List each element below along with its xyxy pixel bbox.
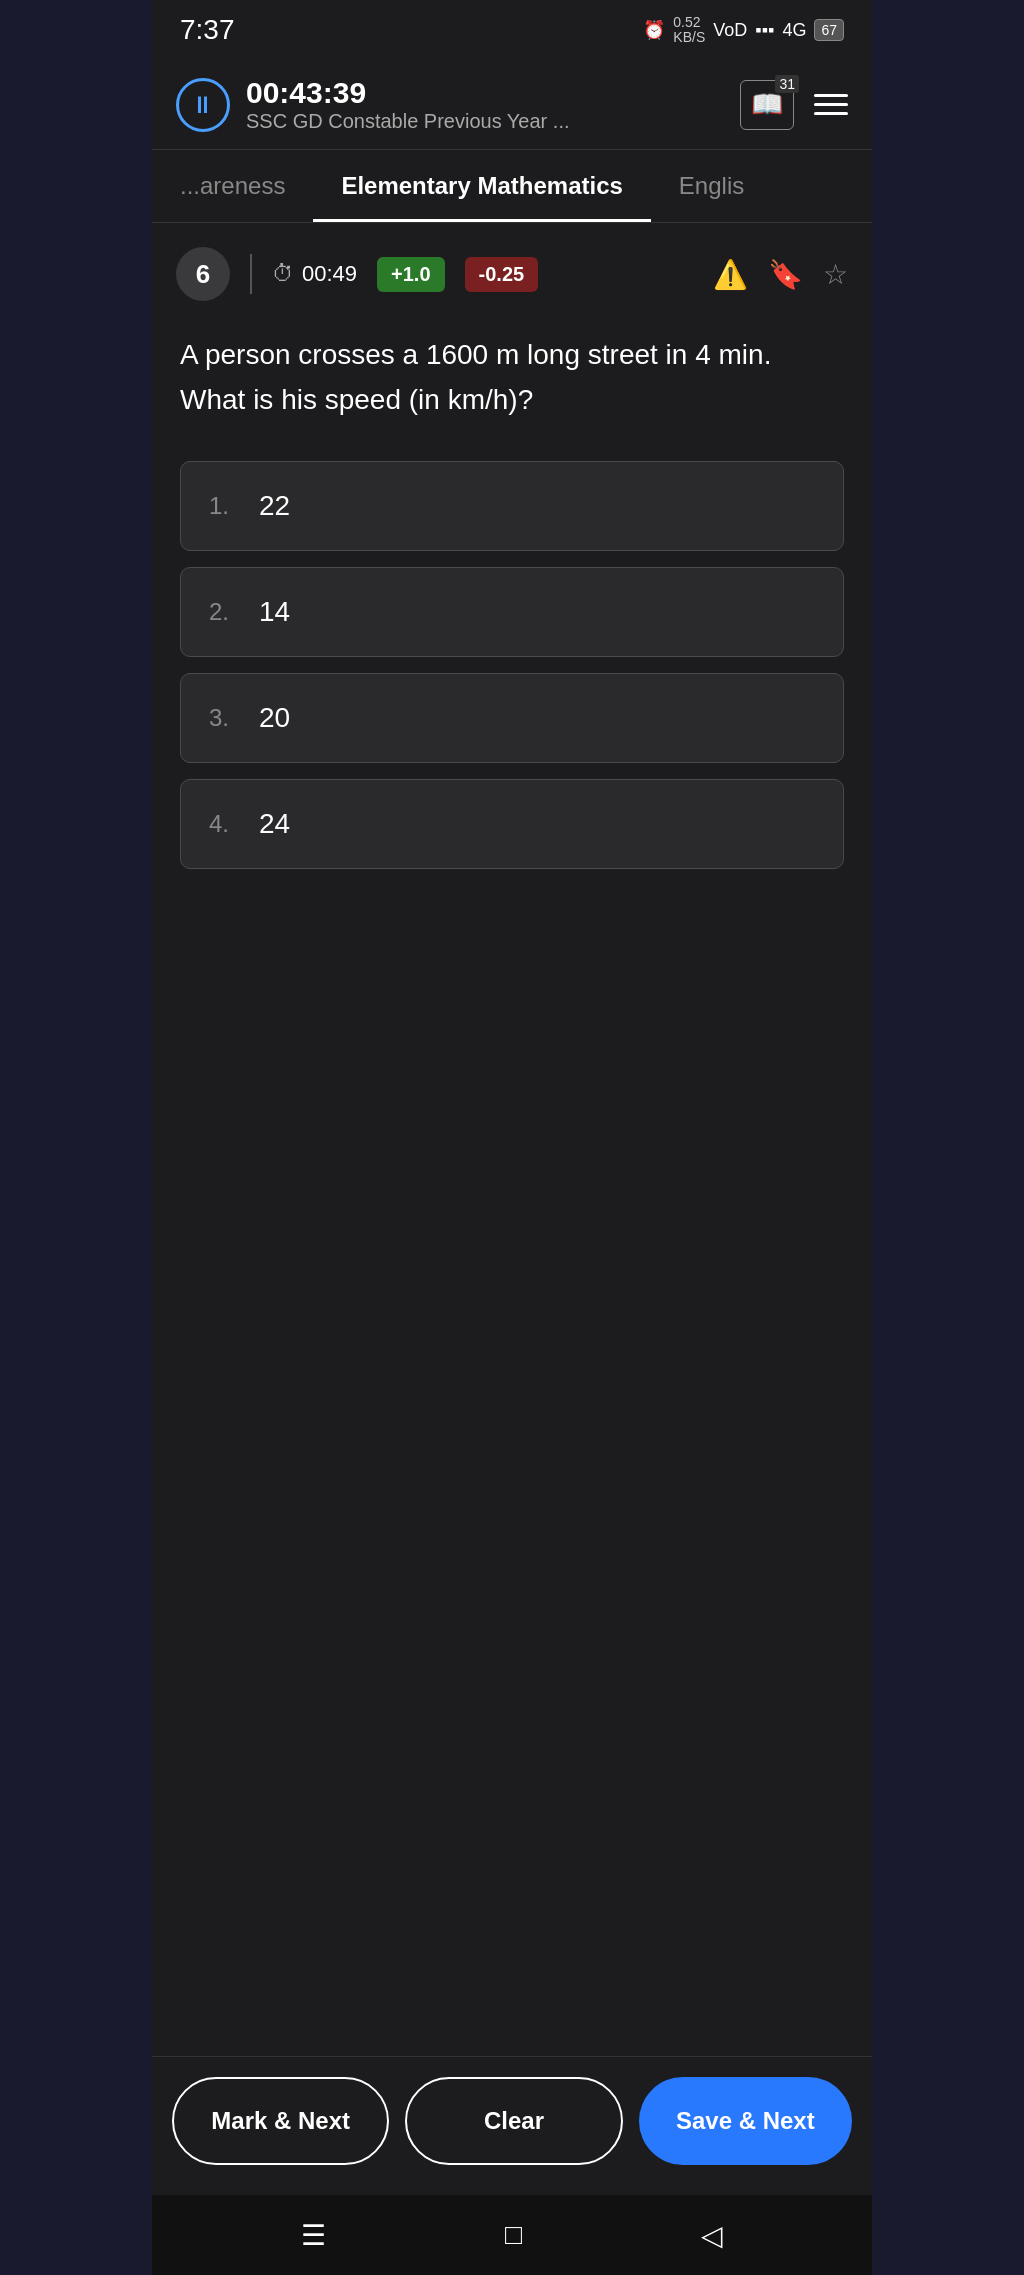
option-3-text: 20 <box>259 702 290 734</box>
network-type: VoD <box>713 20 747 41</box>
status-time: 7:37 <box>180 14 235 46</box>
exam-title-text: SSC GD Constable Previous Year ... <box>246 110 570 133</box>
hamburger-menu[interactable] <box>814 94 848 115</box>
android-home-button[interactable]: □ <box>505 2219 522 2251</box>
alarm-icon: ⏰ <box>643 19 665 41</box>
pause-button[interactable]: ⏸ <box>176 78 230 132</box>
meta-action-icons: ⚠️ 🔖 ☆ <box>713 258 848 291</box>
tab-awareness[interactable]: ...areness <box>152 150 313 222</box>
status-icons: ⏰ 0.52 KB/S VoD ▪▪▪ 4G 67 <box>643 15 844 46</box>
clear-button[interactable]: Clear <box>405 2077 622 2165</box>
negative-score-badge: -0.25 <box>465 257 539 292</box>
mark-next-button[interactable]: Mark & Next <box>172 2077 389 2165</box>
android-menu-button[interactable]: ☰ <box>301 2219 326 2252</box>
option-3[interactable]: 3. 20 <box>180 673 844 763</box>
app-header: ⏸ 00:43:39 SSC GD Constable Previous Yea… <box>152 60 872 150</box>
meta-divider <box>250 254 252 294</box>
save-next-button[interactable]: Save & Next <box>639 2077 852 2165</box>
header-right: 📖 31 <box>740 80 848 130</box>
exam-timer: 00:43:39 <box>246 76 570 110</box>
battery-icon: 67 <box>814 19 844 41</box>
android-back-icon: ◁ <box>701 2220 723 2251</box>
option-1-text: 22 <box>259 490 290 522</box>
hamburger-line-3 <box>814 112 848 115</box>
tab-english[interactable]: Englis <box>651 150 772 222</box>
network-strength: 4G <box>782 20 806 41</box>
option-2-number: 2. <box>209 598 239 626</box>
tab-elementary-math[interactable]: Elementary Mathematics <box>313 150 650 222</box>
clock-icon: ⏱ <box>272 261 294 287</box>
option-2[interactable]: 2. 14 <box>180 567 844 657</box>
hamburger-line-2 <box>814 103 848 106</box>
android-home-icon: □ <box>505 2219 522 2250</box>
hamburger-line-1 <box>814 94 848 97</box>
bookmark-icon[interactable]: 🔖 <box>768 258 803 291</box>
option-1-number: 1. <box>209 492 239 520</box>
question-time: 00:49 <box>302 261 357 287</box>
options-container: 1. 22 2. 14 3. 20 4. 24 <box>152 451 872 879</box>
warning-icon[interactable]: ⚠️ <box>713 258 748 291</box>
option-4-text: 24 <box>259 808 290 840</box>
option-4-number: 4. <box>209 810 239 838</box>
signal-icon: ▪▪▪ <box>755 20 774 41</box>
content-spacer <box>152 879 872 2056</box>
header-left: ⏸ 00:43:39 SSC GD Constable Previous Yea… <box>176 76 570 133</box>
question-meta-bar: 6 ⏱ 00:49 +1.0 -0.25 ⚠️ 🔖 ☆ <box>152 223 872 317</box>
status-bar: 7:37 ⏰ 0.52 KB/S VoD ▪▪▪ 4G 67 <box>152 0 872 60</box>
positive-score-badge: +1.0 <box>377 257 444 292</box>
tab-bar: ...areness Elementary Mathematics Englis <box>152 150 872 223</box>
question-text: A person crosses a 1600 m long street in… <box>152 317 872 451</box>
phone-wrapper: 7:37 ⏰ 0.52 KB/S VoD ▪▪▪ 4G 67 ⏸ 00:43:3… <box>152 0 872 2275</box>
book-button[interactable]: 📖 31 <box>740 80 794 130</box>
option-4[interactable]: 4. 24 <box>180 779 844 869</box>
net-speed: 0.52 KB/S <box>673 15 705 46</box>
option-1[interactable]: 1. 22 <box>180 461 844 551</box>
header-info: 00:43:39 SSC GD Constable Previous Year … <box>246 76 570 133</box>
book-icon: 📖 <box>751 89 783 120</box>
android-nav-bar: ☰ □ ◁ <box>152 2195 872 2275</box>
bottom-action-bar: Mark & Next Clear Save & Next <box>152 2056 872 2195</box>
question-number: 6 <box>176 247 230 301</box>
star-icon[interactable]: ☆ <box>823 258 848 291</box>
android-back-button[interactable]: ◁ <box>701 2219 723 2252</box>
android-menu-icon: ☰ <box>301 2220 326 2251</box>
question-time-badge: ⏱ 00:49 <box>272 261 357 287</box>
pause-icon: ⏸ <box>191 91 215 119</box>
option-3-number: 3. <box>209 704 239 732</box>
book-badge: 31 <box>775 75 799 93</box>
option-2-text: 14 <box>259 596 290 628</box>
